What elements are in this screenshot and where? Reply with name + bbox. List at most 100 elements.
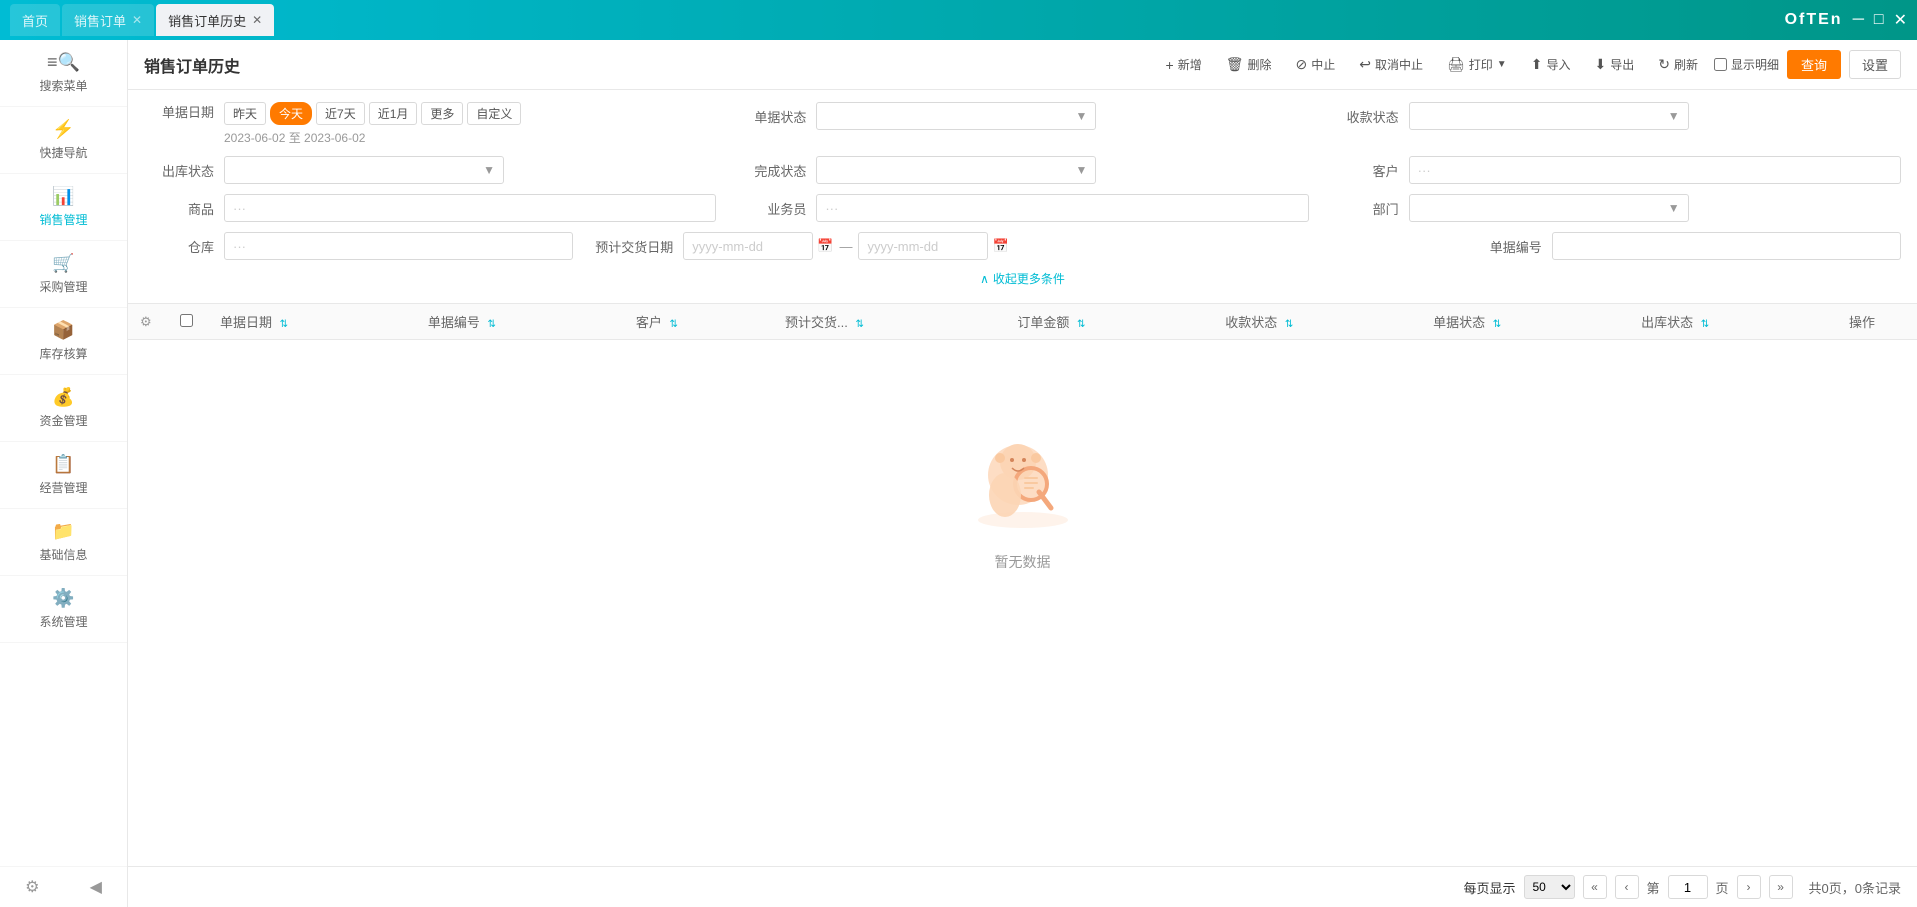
delete-button[interactable]: 🗑 删除 [1218,52,1280,77]
display-toggle-checkbox[interactable] [1714,58,1727,71]
col-customer-label: 客户 [636,315,662,330]
bill-no-label: 单据编号 [1472,237,1552,256]
window-minimize[interactable]: ─ [1853,11,1864,29]
import-button-label: 导入 [1546,56,1570,73]
import-button[interactable]: ⬆ 导入 [1523,52,1579,77]
customer-input[interactable]: ··· [1409,156,1901,184]
tab-sales-order[interactable]: 销售订单 ✕ [62,4,154,36]
delivery-date-from-calendar-icon[interactable]: 📅 [817,238,833,254]
date-last1m-btn[interactable]: 近1月 [369,102,418,125]
sidebar-item-search-menu-label: 搜索菜单 [39,77,87,94]
collapse-filter-btn[interactable]: ∧ 收起更多条件 [144,266,1901,291]
col-bill-status[interactable]: 单据状态 ⇅ [1421,304,1629,340]
export-icon: ⬇ [1594,56,1606,73]
col-out-status-sort-icon: ⇅ [1701,319,1709,330]
dept-select[interactable]: ▼ [1409,194,1689,222]
stop-button[interactable]: ⊘ 中止 [1288,52,1344,77]
bill-status-select[interactable]: ▼ [816,102,1096,130]
page-title: 销售订单历史 [144,53,240,77]
empty-text: 暂无数据 [995,552,1051,572]
delivery-date-from-value: yyyy-mm-dd [692,239,763,254]
col-customer[interactable]: 客户 ⇅ [624,304,773,340]
add-button-label: 新增 [1178,56,1202,73]
window-maximize[interactable]: □ [1874,11,1884,29]
col-no[interactable]: 单据编号 ⇅ [416,304,624,340]
sidebar-item-sys-mgmt-label: 系统管理 [39,613,87,630]
sidebar-item-inventory[interactable]: 📦 库存核算 [0,308,127,375]
sidebar-item-quick-nav[interactable]: ⚡ 快捷导航 [0,107,127,174]
tab-sales-order-history-close[interactable]: ✕ [252,13,262,27]
prev-page-btn[interactable]: ‹ [1615,875,1639,899]
main-layout: ≡🔍 搜索菜单 ⚡ 快捷导航 📊 销售管理 🛒 采购管理 📦 库存核算 💰 资金… [0,40,1917,907]
sidebar-item-sales-mgmt[interactable]: 📊 销售管理 [0,174,127,241]
col-date[interactable]: 单据日期 ⇅ [208,304,416,340]
table-header-row: ⚙ 单据日期 ⇅ 单据编号 ⇅ [128,304,1917,340]
next-page-btn[interactable]: › [1737,875,1761,899]
display-toggle-label: 显示明细 [1731,56,1779,73]
add-button[interactable]: + 新增 [1158,52,1210,77]
sidebar-item-sys-mgmt[interactable]: ⚙️ 系统管理 [0,576,127,643]
col-delivery-label: 预计交货... [785,315,848,330]
sidebar-item-search-menu[interactable]: ≡🔍 搜索菜单 [0,40,127,107]
date-more-btn[interactable]: 更多 [421,102,463,125]
print-button[interactable]: 🖨 打印 ▼ [1439,52,1515,77]
bill-no-filter: 单据编号 [1472,232,1901,260]
delivery-date-to-input[interactable]: yyyy-mm-dd [858,232,988,260]
date-last7-btn[interactable]: 近7天 [316,102,365,125]
cancel-stop-button[interactable]: ↩ 取消中止 [1351,52,1431,77]
tab-sales-order-history[interactable]: 销售订单历史 ✕ [156,4,274,36]
receipt-status-select[interactable]: ▼ [1409,102,1689,130]
bill-no-input[interactable] [1552,232,1901,260]
out-stock-select[interactable]: ▼ [224,156,504,184]
table-select-all-checkbox[interactable] [180,314,193,327]
bill-status-label: 单据状态 [736,107,816,126]
receipt-status-filter: 收款状态 ▼ [1329,102,1901,130]
window-close[interactable]: ✕ [1894,10,1907,30]
current-page-input[interactable] [1668,875,1708,899]
sidebar-item-purchase-mgmt[interactable]: 🛒 采购管理 [0,241,127,308]
date-yesterday-btn[interactable]: 昨天 [224,102,266,125]
refresh-icon: ↻ [1658,56,1670,73]
sidebar-item-capital-mgmt[interactable]: 💰 资金管理 [0,375,127,442]
tab-sales-order-close[interactable]: ✕ [132,13,142,27]
sidebar-bottom-settings-icon[interactable]: ⚙ [25,877,39,897]
settings-button[interactable]: 设置 [1849,50,1901,79]
table-section: ⚙ 单据日期 ⇅ 单据编号 ⇅ [128,304,1917,866]
col-amount[interactable]: 订单金额 ⇅ [1005,304,1213,340]
date-custom-btn[interactable]: 自定义 [467,102,521,125]
last-page-btn[interactable]: » [1769,875,1793,899]
delete-icon: 🗑 [1226,56,1244,73]
table-body: 暂无数据 [128,340,1917,653]
goods-input[interactable]: ··· [224,194,716,222]
col-amount-label: 订单金额 [1017,315,1069,330]
refresh-button-label: 刷新 [1674,56,1698,73]
col-delivery[interactable]: 预计交货... ⇅ [773,304,1005,340]
dept-filter: 部门 ▼ [1329,194,1901,222]
first-page-btn[interactable]: « [1583,875,1607,899]
complete-status-select[interactable]: ▼ [816,156,1096,184]
tab-home[interactable]: 首页 [10,4,60,36]
export-button[interactable]: ⬇ 导出 [1586,52,1642,77]
sidebar-item-inventory-label: 库存核算 [39,345,87,362]
sidebar-item-business-mgmt[interactable]: 📋 经营管理 [0,442,127,509]
sidebar-collapse-icon[interactable]: ◀ [90,877,102,897]
delivery-date-from-input[interactable]: yyyy-mm-dd [683,232,813,260]
warehouse-input[interactable]: ··· [224,232,573,260]
col-out-status[interactable]: 出库状态 ⇅ [1629,304,1837,340]
salesman-input[interactable]: ··· [816,194,1308,222]
table-settings-button[interactable]: ⚙ [140,314,152,329]
stop-icon: ⊘ [1296,56,1308,73]
customer-dots: ··· [1418,163,1431,178]
col-no-sort-icon: ⇅ [488,319,496,330]
date-today-btn[interactable]: 今天 [270,102,312,125]
col-receipt-status[interactable]: 收款状态 ⇅ [1213,304,1421,340]
col-operation-label: 操作 [1849,315,1875,330]
sidebar-item-base-info[interactable]: 📁 基础信息 [0,509,127,576]
complete-status-arrow-icon: ▼ [1075,163,1087,177]
warehouse-label: 仓库 [144,237,224,256]
delivery-date-to-calendar-icon[interactable]: 📅 [992,238,1008,254]
col-receipt-status-label: 收款状态 [1225,315,1277,330]
query-button[interactable]: 查询 [1787,50,1841,79]
per-page-select[interactable]: 50 10 20 100 [1524,875,1575,899]
refresh-button[interactable]: ↻ 刷新 [1650,52,1706,77]
